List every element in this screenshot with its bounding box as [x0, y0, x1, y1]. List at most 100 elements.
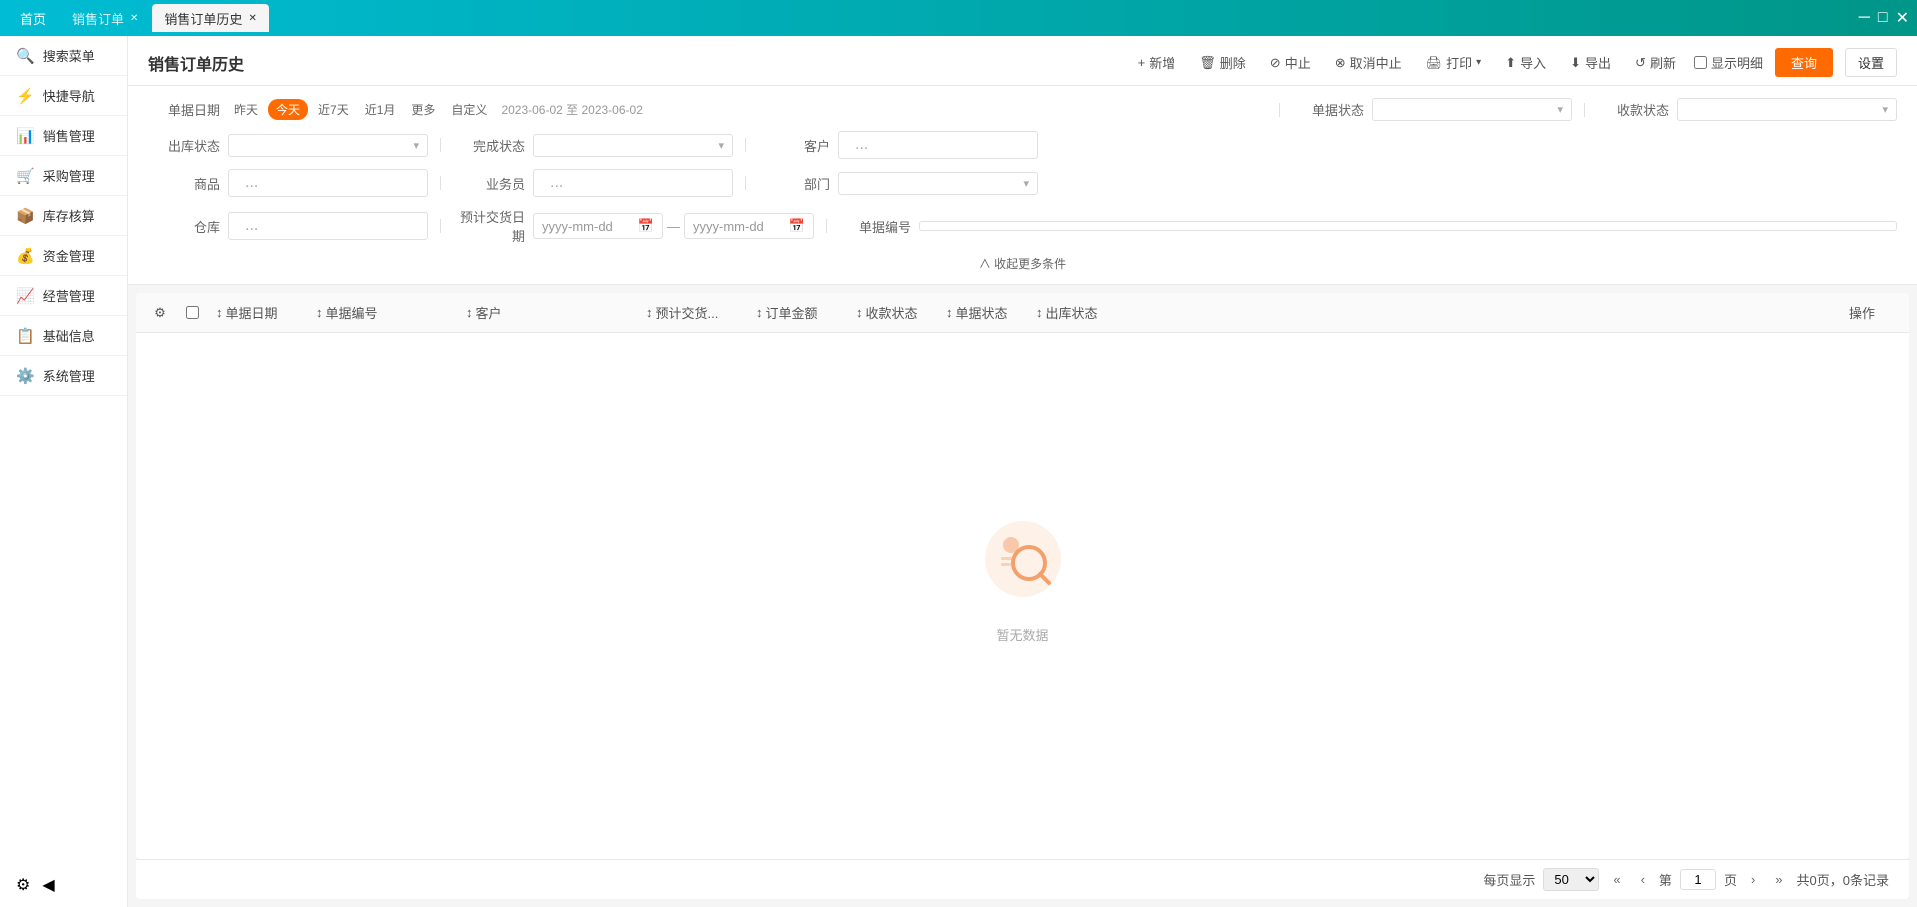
th-setting[interactable]: ⚙: [144, 305, 176, 321]
department-chevron: ▾: [1023, 177, 1029, 190]
filter-row-4: 仓库 ... 预计交货日期 yyyy-mm-dd 📅 — yyyy-mm-dd …: [148, 207, 1897, 245]
export-button[interactable]: ⬇ 导出: [1564, 49, 1617, 76]
delivery-date-start-placeholder: yyyy-mm-dd: [542, 219, 613, 234]
th-warehouse-status[interactable]: ↕ 出库状态: [1028, 303, 1128, 322]
sidebar-item-system[interactable]: ⚙️ 系统管理: [0, 356, 127, 396]
th-amount[interactable]: ↕ 订单金额: [748, 303, 848, 322]
empty-text: 暂无数据: [996, 625, 1048, 644]
th-checkbox[interactable]: [176, 306, 208, 319]
table-container: ⚙ ↕ 单据日期 ↕ 单据编号 ↕ 客户 ↕: [136, 293, 1909, 859]
select-all-checkbox[interactable]: [186, 306, 199, 319]
th-num[interactable]: ↕ 单据编号: [308, 303, 458, 322]
inventory-icon: 📦: [16, 207, 35, 225]
sidebar-item-sales[interactable]: 📊 销售管理: [0, 116, 127, 156]
goods-input[interactable]: ...: [228, 169, 428, 197]
customer-input[interactable]: ...: [838, 131, 1038, 159]
date-btn-1month[interactable]: 近1月: [359, 99, 402, 120]
sidebar-collapse-icon[interactable]: ◀: [42, 875, 54, 895]
sidebar-item-purchase[interactable]: 🛒 采购管理: [0, 156, 127, 196]
doc-status-select[interactable]: ▾: [1372, 98, 1572, 121]
date-btn-today[interactable]: 今天: [268, 99, 308, 120]
print-icon: 🖨: [1426, 55, 1443, 71]
show-detail-checkbox[interactable]: 显示明细: [1694, 53, 1763, 72]
date-btn-more[interactable]: 更多: [405, 99, 441, 120]
sidebar-item-quick-nav[interactable]: ⚡ 快捷导航: [0, 76, 127, 116]
sidebar-item-finance[interactable]: 💰 资金管理: [0, 236, 127, 276]
th-doc-status[interactable]: ↕ 单据状态: [938, 303, 1028, 322]
date-quick-btns: 昨天 今天 近7天 近1月 更多 自定义: [228, 99, 493, 120]
th-payment[interactable]: ↕ 收款状态: [848, 303, 938, 322]
tab-sales-order-history[interactable]: 销售订单历史 ✕: [152, 4, 268, 32]
page-label-post: 页: [1724, 870, 1737, 889]
customer-label: 客户: [758, 136, 838, 155]
delivery-date-end[interactable]: yyyy-mm-dd 📅: [684, 213, 814, 239]
department-select[interactable]: ▾: [838, 172, 1038, 195]
stop-icon: ⊘: [1270, 55, 1281, 71]
sidebar-item-search-label: 搜索菜单: [43, 46, 95, 65]
salesman-label: 业务员: [453, 174, 533, 193]
collapse-button[interactable]: ∧ 收起更多条件: [148, 255, 1897, 272]
delete-button[interactable]: 🗑 删除: [1193, 49, 1252, 76]
print-arrow-icon: ▾: [1476, 57, 1481, 68]
import-button[interactable]: ⬆ 导入: [1499, 49, 1552, 76]
export-icon: ⬇: [1570, 55, 1581, 71]
payment-status-select[interactable]: ▾: [1677, 98, 1897, 121]
add-button[interactable]: + 新增: [1132, 49, 1182, 76]
date-range-display: 2023-06-02 至 2023-06-02: [501, 101, 642, 118]
last-page-btn[interactable]: »: [1769, 870, 1788, 889]
page-title: 销售订单历史: [148, 51, 244, 75]
th-customer[interactable]: ↕ 客户: [458, 303, 638, 322]
content-area: 销售订单历史 + 新增 🗑 删除 ⊘ 中止 ⊗ 取消中止: [128, 36, 1917, 907]
sidebar-bottom: ⚙ ◀: [0, 863, 127, 907]
show-detail-input[interactable]: [1694, 56, 1707, 69]
cancel-stop-button[interactable]: ⊗ 取消中止: [1329, 49, 1408, 76]
window-controls: ─ □ ✕: [1859, 8, 1909, 28]
query-button[interactable]: 查询: [1775, 48, 1833, 77]
th-delivery[interactable]: ↕ 预计交货...: [638, 303, 748, 322]
page-size-select[interactable]: 50 10 20 100: [1543, 868, 1599, 891]
salesman-dots[interactable]: ...: [550, 174, 563, 192]
warehouse-dots[interactable]: ...: [245, 217, 258, 235]
first-page-btn[interactable]: «: [1607, 870, 1626, 889]
sidebar-item-search[interactable]: 🔍 搜索菜单: [0, 36, 127, 76]
setting-button[interactable]: 设置: [1845, 48, 1897, 77]
sidebar-item-inventory[interactable]: 📦 库存核算: [0, 196, 127, 236]
tab-sales-order[interactable]: 销售订单 ✕: [60, 4, 150, 32]
maximize-btn[interactable]: □: [1878, 9, 1888, 27]
main-layout: 🔍 搜索菜单 ⚡ 快捷导航 📊 销售管理 🛒 采购管理 📦 库存核算 💰 资金管…: [0, 36, 1917, 907]
doc-num-input[interactable]: [919, 221, 1897, 231]
date-btn-custom[interactable]: 自定义: [445, 99, 493, 120]
salesman-input[interactable]: ...: [533, 169, 733, 197]
next-page-btn[interactable]: ›: [1745, 870, 1761, 889]
sidebar-item-operations-label: 经营管理: [43, 286, 95, 305]
goods-dots[interactable]: ...: [245, 174, 258, 192]
customer-dots[interactable]: ...: [855, 136, 868, 154]
stop-button[interactable]: ⊘ 中止: [1264, 49, 1317, 76]
sidebar-item-base-info[interactable]: 📋 基础信息: [0, 316, 127, 356]
delivery-date-start[interactable]: yyyy-mm-dd 📅: [533, 213, 663, 239]
setting-icon: ⚙: [154, 305, 166, 321]
filter-area: 单据日期 昨天 今天 近7天 近1月 更多 自定义 2023-06-02 至 2…: [128, 86, 1917, 285]
tab-sales-order-close[interactable]: ✕: [130, 13, 138, 24]
date-btn-7days[interactable]: 近7天: [312, 99, 355, 120]
tab-home[interactable]: 首页: [8, 9, 58, 28]
th-date[interactable]: ↕ 单据日期: [208, 303, 308, 322]
sidebar-item-base-info-label: 基础信息: [43, 326, 95, 345]
warehouse-input[interactable]: ...: [228, 212, 428, 240]
cancel-stop-icon: ⊗: [1335, 55, 1346, 71]
add-icon: +: [1138, 55, 1146, 70]
page-input[interactable]: [1680, 869, 1716, 890]
sidebar-item-operations[interactable]: 📈 经营管理: [0, 276, 127, 316]
warehouse-out-select[interactable]: ▾: [228, 134, 428, 157]
minimize-btn[interactable]: ─: [1859, 9, 1870, 27]
complete-status-select[interactable]: ▾: [533, 134, 733, 157]
prev-page-btn[interactable]: ‹: [1635, 870, 1651, 889]
tab-sales-order-history-close[interactable]: ✕: [248, 13, 256, 24]
refresh-button[interactable]: ↺ 刷新: [1629, 49, 1682, 76]
date-btn-yesterday[interactable]: 昨天: [228, 99, 264, 120]
divider-6: [745, 176, 746, 190]
table-header: ⚙ ↕ 单据日期 ↕ 单据编号 ↕ 客户 ↕: [136, 293, 1909, 333]
sidebar-settings-icon[interactable]: ⚙: [16, 875, 30, 895]
window-close-btn[interactable]: ✕: [1896, 8, 1909, 28]
print-button[interactable]: 🖨 打印 ▾: [1420, 49, 1488, 76]
